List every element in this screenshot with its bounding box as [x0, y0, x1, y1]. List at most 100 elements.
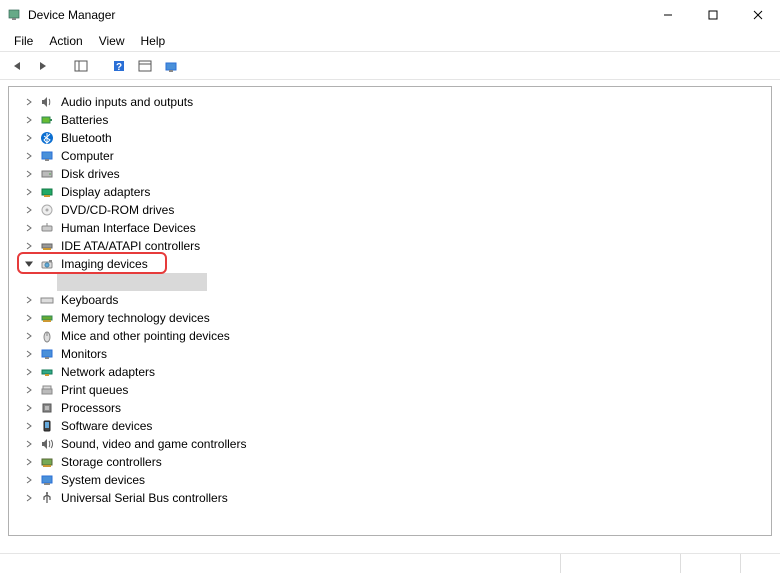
tree-item-label: Display adapters [61, 183, 150, 201]
tree-item-display-adapters[interactable]: Display adapters [9, 183, 771, 201]
tree-item-label: DVD/CD-ROM drives [61, 201, 174, 219]
device-tree[interactable]: Audio inputs and outputsBatteriesBluetoo… [8, 86, 772, 536]
app-icon [6, 7, 22, 23]
minimize-button[interactable] [645, 0, 690, 30]
window-controls [645, 0, 780, 30]
window-title: Device Manager [28, 8, 645, 22]
chevron-right-icon[interactable] [23, 150, 35, 162]
chevron-right-icon[interactable] [23, 222, 35, 234]
usb-icon [39, 490, 55, 506]
chevron-right-icon[interactable] [23, 114, 35, 126]
tree-item-bluetooth[interactable]: Bluetooth [9, 129, 771, 147]
chevron-right-icon[interactable] [23, 492, 35, 504]
chevron-right-icon[interactable] [23, 186, 35, 198]
tree-item-software-devices[interactable]: Software devices [9, 417, 771, 435]
help-button[interactable]: ? [108, 55, 130, 77]
chevron-right-icon[interactable] [23, 204, 35, 216]
tree-item-processors[interactable]: Processors [9, 399, 771, 417]
display-adapter-icon [39, 184, 55, 200]
tree-item-audio-inputs-and-outputs[interactable]: Audio inputs and outputs [9, 93, 771, 111]
toolbar: ? [0, 52, 780, 80]
tree-item-label: Disk drives [61, 165, 120, 183]
chevron-right-icon[interactable] [23, 402, 35, 414]
tree-item-imaging-devices[interactable]: Imaging devices [9, 255, 771, 273]
chevron-right-icon[interactable] [23, 384, 35, 396]
maximize-button[interactable] [690, 0, 735, 30]
tree-item-ide-ata-atapi-controllers[interactable]: IDE ATA/ATAPI controllers [9, 237, 771, 255]
tree-item-label: Processors [61, 399, 121, 417]
tree-item-print-queues[interactable]: Print queues [9, 381, 771, 399]
chevron-right-icon[interactable] [23, 294, 35, 306]
menu-action[interactable]: Action [41, 32, 90, 50]
back-button[interactable] [6, 55, 28, 77]
bluetooth-icon [39, 130, 55, 146]
content-area: Audio inputs and outputsBatteriesBluetoo… [0, 80, 780, 544]
menu-view[interactable]: View [91, 32, 133, 50]
chevron-right-icon[interactable] [23, 420, 35, 432]
tree-item-system-devices[interactable]: System devices [9, 471, 771, 489]
tree-item-universal-serial-bus-controllers[interactable]: Universal Serial Bus controllers [9, 489, 771, 507]
tree-item-sound-video-and-game-controllers[interactable]: Sound, video and game controllers [9, 435, 771, 453]
menu-help[interactable]: Help [133, 32, 174, 50]
tree-item-storage-controllers[interactable]: Storage controllers [9, 453, 771, 471]
tree-item-label: Memory technology devices [61, 309, 210, 327]
tree-item-label: Bluetooth [61, 129, 112, 147]
processor-icon [39, 400, 55, 416]
chevron-down-icon[interactable] [23, 258, 35, 270]
chevron-right-icon[interactable] [23, 330, 35, 342]
tree-item-keyboards[interactable]: Keyboards [9, 291, 771, 309]
show-hide-tree-button[interactable] [70, 55, 92, 77]
properties-button[interactable] [134, 55, 156, 77]
computer-icon [39, 148, 55, 164]
battery-icon [39, 112, 55, 128]
chevron-right-icon[interactable] [23, 474, 35, 486]
sound-controller-icon [39, 436, 55, 452]
hid-icon [39, 220, 55, 236]
chevron-right-icon[interactable] [23, 168, 35, 180]
chevron-right-icon[interactable] [23, 96, 35, 108]
disk-icon [39, 166, 55, 182]
imaging-icon [39, 256, 55, 272]
menu-bar: FileActionViewHelp [0, 30, 780, 52]
tree-item-label: Mice and other pointing devices [61, 327, 230, 345]
speaker-icon [39, 94, 55, 110]
tree-child-selected[interactable] [57, 273, 207, 291]
forward-button[interactable] [32, 55, 54, 77]
chevron-right-icon[interactable] [23, 456, 35, 468]
tree-item-disk-drives[interactable]: Disk drives [9, 165, 771, 183]
tree-item-memory-technology-devices[interactable]: Memory technology devices [9, 309, 771, 327]
tree-item-label: Imaging devices [61, 255, 148, 273]
tree-item-dvd-cd-rom-drives[interactable]: DVD/CD-ROM drives [9, 201, 771, 219]
tree-item-monitors[interactable]: Monitors [9, 345, 771, 363]
tree-item-label: Computer [61, 147, 114, 165]
tree-item-label: Sound, video and game controllers [61, 435, 246, 453]
tree-item-label: Universal Serial Bus controllers [61, 489, 228, 507]
tree-item-mice-and-other-pointing-devices[interactable]: Mice and other pointing devices [9, 327, 771, 345]
tree-item-label: Audio inputs and outputs [61, 93, 193, 111]
chevron-right-icon[interactable] [23, 312, 35, 324]
tree-item-computer[interactable]: Computer [9, 147, 771, 165]
chevron-right-icon[interactable] [23, 240, 35, 252]
tree-item-label: Batteries [61, 111, 108, 129]
chevron-right-icon[interactable] [23, 132, 35, 144]
chevron-right-icon[interactable] [23, 438, 35, 450]
tree-item-label: Monitors [61, 345, 107, 363]
memory-icon [39, 310, 55, 326]
status-bar [0, 553, 780, 573]
menu-file[interactable]: File [6, 32, 41, 50]
chevron-right-icon[interactable] [23, 366, 35, 378]
tree-item-human-interface-devices[interactable]: Human Interface Devices [9, 219, 771, 237]
chevron-right-icon[interactable] [23, 348, 35, 360]
keyboard-icon [39, 292, 55, 308]
tree-item-network-adapters[interactable]: Network adapters [9, 363, 771, 381]
storage-controller-icon [39, 454, 55, 470]
tree-item-label: Software devices [61, 417, 152, 435]
scan-hardware-button[interactable] [160, 55, 182, 77]
tree-item-label: Keyboards [61, 291, 118, 309]
tree-item-batteries[interactable]: Batteries [9, 111, 771, 129]
close-button[interactable] [735, 0, 780, 30]
mouse-icon [39, 328, 55, 344]
tree-item-label: IDE ATA/ATAPI controllers [61, 237, 200, 255]
tree-item-label: Print queues [61, 381, 128, 399]
dvd-icon [39, 202, 55, 218]
